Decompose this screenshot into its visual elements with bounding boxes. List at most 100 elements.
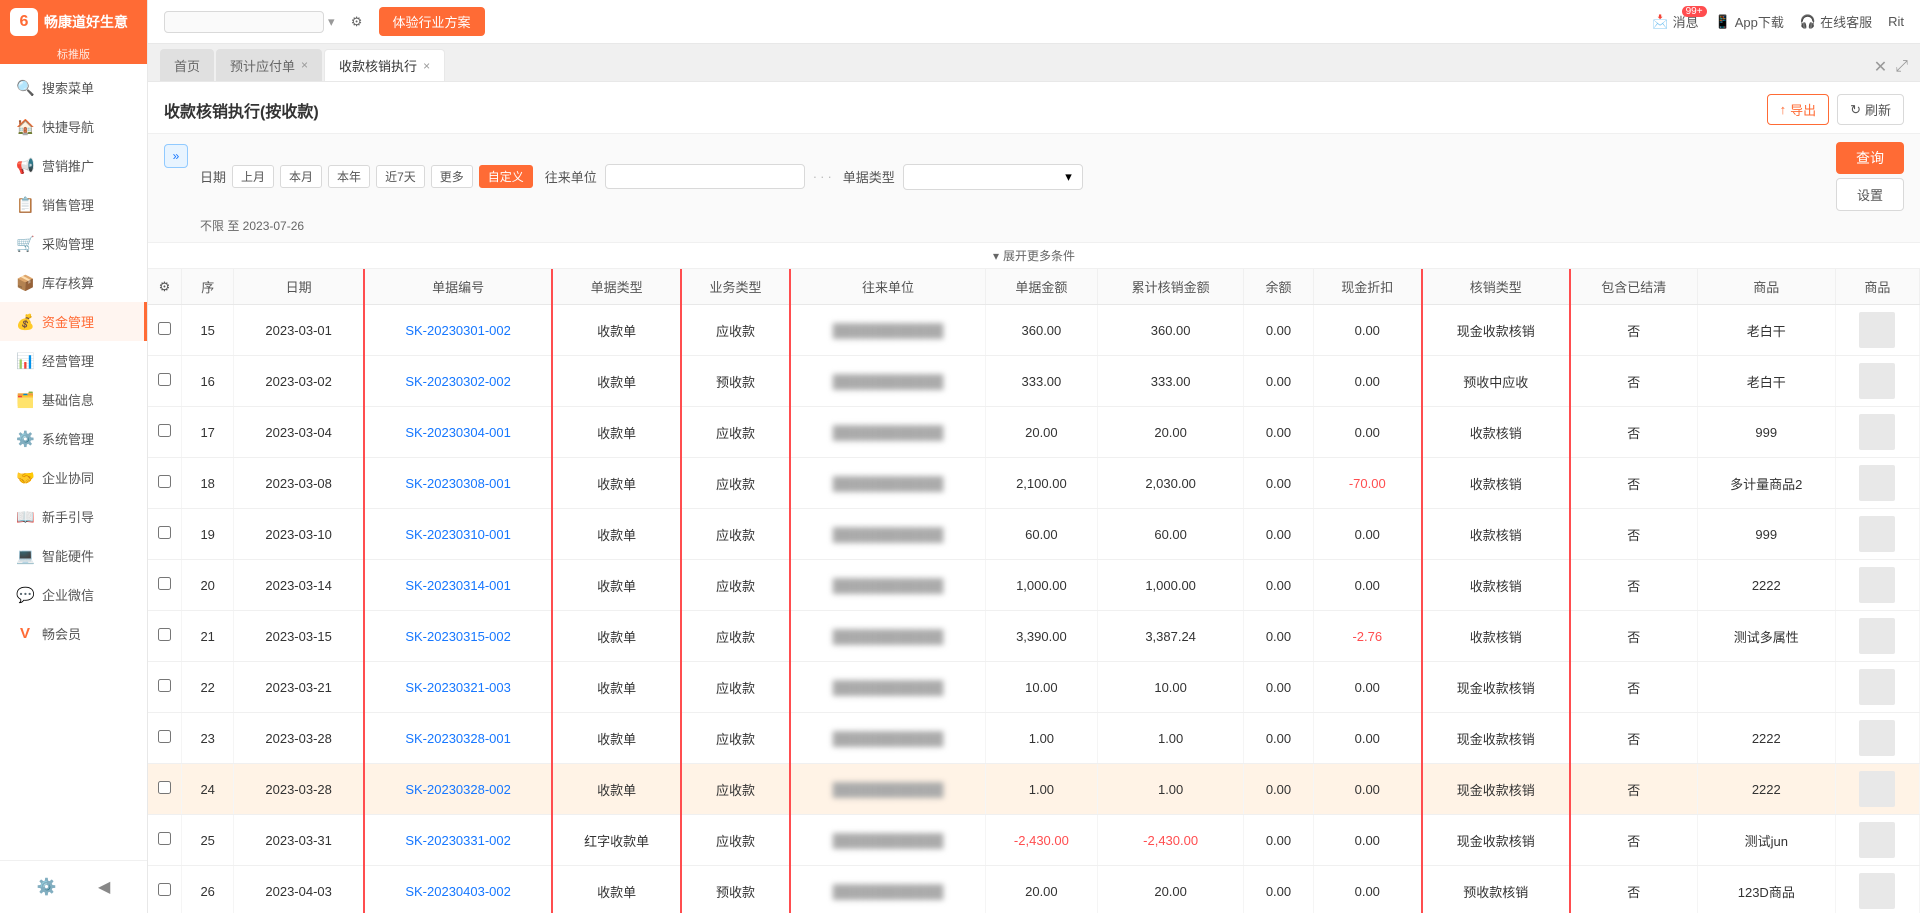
partner-filter-input[interactable] [605, 164, 805, 189]
row-partner: ████████████ [790, 662, 985, 713]
member-icon: V [16, 625, 34, 642]
doc-no-link[interactable]: SK-20230308-001 [405, 476, 511, 491]
row-include-settled: 否 [1570, 356, 1698, 407]
solution-button[interactable]: 体验行业方案 [379, 7, 485, 36]
row-checkbox[interactable] [148, 764, 182, 815]
tab-receipt-close-icon[interactable]: × [423, 59, 430, 73]
date-7days-btn[interactable]: 近7天 [376, 165, 425, 188]
row-verified: 10.00 [1097, 662, 1243, 713]
sidebar-item-label: 企业微信 [42, 585, 94, 604]
doc-no-link[interactable]: SK-20230328-001 [405, 731, 511, 746]
date-custom-btn[interactable]: 自定义 [479, 165, 533, 188]
row-amount: 1,000.00 [985, 560, 1097, 611]
sidebar-item-ops[interactable]: 📊 经营管理 [0, 341, 147, 380]
row-balance: 0.00 [1244, 662, 1313, 713]
sidebar-item-sales[interactable]: 📋 销售管理 [0, 185, 147, 224]
row-date: 2023-03-31 [234, 815, 364, 866]
row-discount: -70.00 [1313, 458, 1422, 509]
row-checkbox[interactable] [148, 611, 182, 662]
col-header-discount: 现金折扣 [1313, 269, 1422, 305]
settings-filter-button[interactable]: 设置 [1836, 178, 1904, 211]
sidebar-item-member[interactable]: V 畅会员 [0, 614, 147, 653]
row-checkbox[interactable] [148, 356, 182, 407]
tab-prepay-close-icon[interactable]: × [301, 58, 308, 72]
tab-home[interactable]: 首页 [160, 49, 214, 81]
row-doc-no: SK-20230308-001 [364, 458, 552, 509]
row-checkbox[interactable] [148, 662, 182, 713]
sidebar-item-system[interactable]: ⚙️ 系统管理 [0, 419, 147, 458]
sidebar-item-corp[interactable]: 🤝 企业协同 [0, 458, 147, 497]
sidebar-item-wechat[interactable]: 💬 企业微信 [0, 575, 147, 614]
doc-no-link[interactable]: SK-20230321-003 [405, 680, 511, 695]
doc-no-link[interactable]: SK-20230403-002 [405, 884, 511, 899]
tab-receipt[interactable]: 收款核销执行 × [324, 49, 445, 81]
row-date: 2023-04-03 [234, 866, 364, 913]
doc-no-link[interactable]: SK-20230331-002 [405, 833, 511, 848]
row-doc-no: SK-20230321-003 [364, 662, 552, 713]
date-this-year-btn[interactable]: 本年 [328, 165, 370, 188]
query-button[interactable]: 查询 [1836, 142, 1904, 174]
col-header-gear[interactable]: ⚙ [148, 269, 182, 305]
doc-no-link[interactable]: SK-20230328-002 [405, 782, 511, 797]
tab-prepay[interactable]: 预计应付单 × [216, 49, 322, 81]
sidebar-item-search[interactable]: 🔍 搜索菜单 [0, 68, 147, 107]
col-header-goods2: 商品 [1835, 269, 1919, 305]
doc-no-link[interactable]: SK-20230302-002 [405, 374, 511, 389]
tab-close-all-icon[interactable]: ✕ [1874, 57, 1887, 77]
notice-button[interactable]: 📩 消息 99+ [1652, 12, 1698, 31]
row-checkbox[interactable] [148, 815, 182, 866]
row-doc-no: SK-20230315-002 [364, 611, 552, 662]
breadcrumb-input[interactable] [164, 11, 324, 33]
app-download-button[interactable]: 📱 App下载 [1715, 12, 1784, 31]
gear-button[interactable]: ⚙ [343, 8, 371, 36]
filter-toggle-button[interactable]: » [164, 144, 188, 168]
sidebar-item-purchase[interactable]: 🛒 采购管理 [0, 224, 147, 263]
collapse-icon[interactable]: ◀ [98, 877, 110, 897]
sidebar-item-hardware[interactable]: 💻 智能硬件 [0, 536, 147, 575]
sidebar-item-label: 系统管理 [42, 429, 94, 448]
date-this-month-btn[interactable]: 本月 [280, 165, 322, 188]
sidebar-item-quick[interactable]: 🏠 快捷导航 [0, 107, 147, 146]
doc-no-link[interactable]: SK-20230304-001 [405, 425, 511, 440]
sidebar-item-finance[interactable]: 💰 资金管理 [0, 302, 147, 341]
page-content: 收款核销执行(按收款) ↑ 导出 ↻ 刷新 » [148, 82, 1920, 913]
settings-icon[interactable]: ⚙️ [37, 877, 57, 897]
user-info[interactable]: Rit [1888, 14, 1904, 29]
export-button[interactable]: ↑ 导出 [1767, 94, 1830, 125]
sales-icon: 📋 [16, 196, 34, 214]
col-header-doc-type: 单据类型 [552, 269, 681, 305]
row-seq: 18 [182, 458, 234, 509]
refresh-button[interactable]: ↻ 刷新 [1837, 94, 1904, 125]
doc-no-link[interactable]: SK-20230314-001 [405, 578, 511, 593]
doc-no-link[interactable]: SK-20230301-002 [405, 323, 511, 338]
row-checkbox[interactable] [148, 458, 182, 509]
row-partner: ████████████ [790, 764, 985, 815]
row-checkbox[interactable] [148, 866, 182, 913]
doc-type-select[interactable]: ▾ [903, 164, 1083, 190]
date-more-btn[interactable]: 更多 [431, 165, 473, 188]
sidebar-item-basic[interactable]: 🗂️ 基础信息 [0, 380, 147, 419]
row-discount: -2.76 [1313, 611, 1422, 662]
sidebar-item-label: 快捷导航 [42, 117, 94, 136]
row-checkbox[interactable] [148, 560, 182, 611]
row-checkbox[interactable] [148, 407, 182, 458]
sidebar-item-marketing[interactable]: 📢 营销推广 [0, 146, 147, 185]
row-amount: 2,100.00 [985, 458, 1097, 509]
sidebar-item-guide[interactable]: 📖 新手引导 [0, 497, 147, 536]
sidebar-item-stock[interactable]: 📦 库存核算 [0, 263, 147, 302]
corp-icon: 🤝 [16, 469, 34, 487]
date-last-month-btn[interactable]: 上月 [232, 165, 274, 188]
doc-no-link[interactable]: SK-20230310-001 [405, 527, 511, 542]
row-checkbox[interactable] [148, 713, 182, 764]
tab-expand-icon[interactable]: ⤢ [1895, 58, 1908, 76]
expand-more-button[interactable]: ▾ 展开更多条件 [993, 247, 1075, 264]
online-service-button[interactable]: 🎧 在线客服 [1800, 12, 1872, 31]
row-checkbox[interactable] [148, 305, 182, 356]
doc-no-link[interactable]: SK-20230315-002 [405, 629, 511, 644]
refresh-icon: ↻ [1850, 102, 1861, 118]
sidebar-nav: 🔍 搜索菜单 🏠 快捷导航 📢 营销推广 📋 销售管理 🛒 采购管理 📦 库存核… [0, 64, 147, 860]
row-cancel-type: 收款核销 [1422, 560, 1570, 611]
chevron-down-icon: ▾ [1065, 169, 1072, 185]
row-checkbox[interactable] [148, 509, 182, 560]
row-partner: ████████████ [790, 305, 985, 356]
